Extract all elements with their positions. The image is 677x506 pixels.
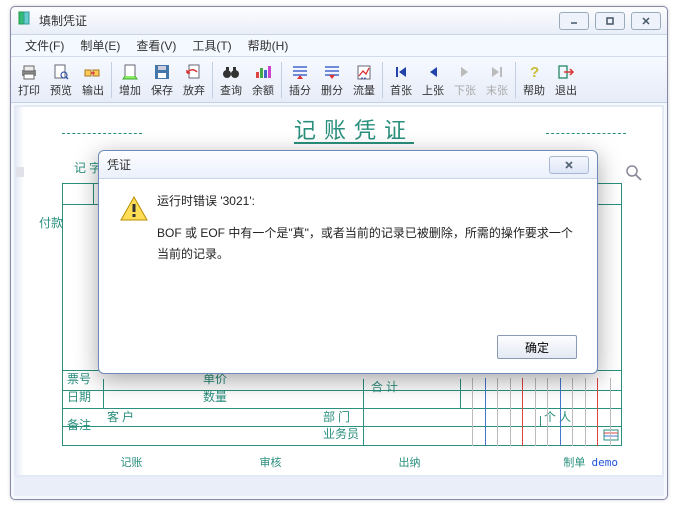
- tool-print[interactable]: 打印: [13, 59, 45, 101]
- decorative-dash: [62, 133, 142, 134]
- tool-first[interactable]: 首张: [385, 59, 417, 101]
- save-icon: [152, 62, 172, 82]
- dialog-title: 凭证: [107, 156, 549, 173]
- menu-view[interactable]: 查看(V): [128, 35, 184, 56]
- kehu-label: 客 户: [107, 408, 134, 425]
- yewuyuan-label: 业务员: [323, 425, 359, 442]
- prev-icon: [423, 62, 443, 82]
- status-bar: [14, 477, 664, 496]
- maximize-button[interactable]: [595, 12, 625, 30]
- footer-cn: 出纳: [340, 454, 479, 470]
- magnifier-icon[interactable]: [626, 165, 642, 184]
- printer-icon: [19, 62, 39, 82]
- bumen-label: 部 门: [323, 408, 350, 425]
- voucher-footer: 记账 审核 出纳 制单 demo: [62, 454, 622, 470]
- footer-sh: 审核: [201, 454, 340, 470]
- menu-file[interactable]: 文件(F): [17, 35, 72, 56]
- last-icon: [487, 62, 507, 82]
- tool-output[interactable]: 输出: [77, 59, 109, 101]
- tool-query[interactable]: 查询: [215, 59, 247, 101]
- tool-prev[interactable]: 上张: [417, 59, 449, 101]
- title-bar[interactable]: 填制凭证: [11, 7, 667, 35]
- error-dialog: 凭证 运行时错误 '3021': BOF 或 EOF 中有一个是"真"，或者当前…: [98, 150, 598, 374]
- jizi-label: 记 字: [74, 159, 101, 176]
- menu-make[interactable]: 制单(E): [72, 35, 128, 56]
- tool-balance[interactable]: 余额: [247, 59, 279, 101]
- chart-icon: [253, 62, 273, 82]
- tool-flow[interactable]: 流量: [348, 59, 380, 101]
- dialog-close-button[interactable]: [549, 156, 589, 174]
- footer-user: demo: [592, 456, 619, 469]
- tool-insert[interactable]: 插分: [284, 59, 316, 101]
- dialog-message: 运行时错误 '3021': BOF 或 EOF 中有一个是"真"，或者当前的记录…: [157, 191, 577, 323]
- tool-abandon[interactable]: 放弃: [178, 59, 210, 101]
- amount-columns: [472, 378, 622, 446]
- app-icon: [17, 10, 33, 31]
- heji-label: 合 计: [371, 378, 398, 395]
- help-icon: ?: [524, 62, 544, 82]
- tool-next: 下张: [449, 59, 481, 101]
- window-title: 填制凭证: [39, 12, 559, 29]
- add-icon: [120, 62, 140, 82]
- footer-zd: 制单: [563, 457, 585, 469]
- tool-last: 末张: [481, 59, 513, 101]
- delete-row-icon: [322, 62, 342, 82]
- tool-delete[interactable]: 删分: [316, 59, 348, 101]
- exit-icon: [556, 62, 576, 82]
- error-desc-line: BOF 或 EOF 中有一个是"真"，或者当前的记录已被删除，所需的操作要求一个…: [157, 223, 577, 264]
- tool-add[interactable]: 增加: [114, 59, 146, 101]
- footer-jz: 记账: [62, 454, 201, 470]
- preview-icon: [51, 62, 71, 82]
- abandon-icon: [184, 62, 204, 82]
- minimize-button[interactable]: [559, 12, 589, 30]
- menu-tools[interactable]: 工具(T): [184, 35, 239, 56]
- tool-exit[interactable]: 退出: [550, 59, 582, 101]
- warning-icon: [119, 191, 157, 323]
- close-button[interactable]: [631, 12, 661, 30]
- tool-preview[interactable]: 预览: [45, 59, 77, 101]
- binoculars-icon: [221, 62, 241, 82]
- voucher-title: 记账凭证: [62, 113, 646, 145]
- decorative-dash: [546, 133, 626, 134]
- toolbar: 打印 预览 输出 增加 保存 放弃 查询 余额 插分 删分 流量 首张 上张 下…: [11, 57, 667, 103]
- first-icon: [391, 62, 411, 82]
- output-icon: [83, 62, 103, 82]
- menu-bar: 文件(F) 制单(E) 查看(V) 工具(T) 帮助(H): [11, 35, 667, 57]
- piaohao-label: 票号: [67, 370, 91, 387]
- insert-row-icon: [290, 62, 310, 82]
- ok-button[interactable]: 确定: [497, 335, 577, 359]
- shuliang-label: 数量: [203, 388, 227, 405]
- dialog-titlebar[interactable]: 凭证: [99, 151, 597, 179]
- error-code-line: 运行时错误 '3021':: [157, 191, 577, 211]
- svg-text:?: ?: [530, 64, 539, 80]
- tool-save[interactable]: 保存: [146, 59, 178, 101]
- fukuan-label: 付款: [39, 214, 63, 231]
- flow-icon: [354, 62, 374, 82]
- beizhu-label: 备注: [67, 416, 91, 433]
- riqi-label: 日期: [67, 388, 91, 405]
- tool-help[interactable]: ?帮助: [518, 59, 550, 101]
- menu-help[interactable]: 帮助(H): [240, 35, 297, 56]
- left-scroll-handle[interactable]: [16, 167, 24, 177]
- next-icon: [455, 62, 475, 82]
